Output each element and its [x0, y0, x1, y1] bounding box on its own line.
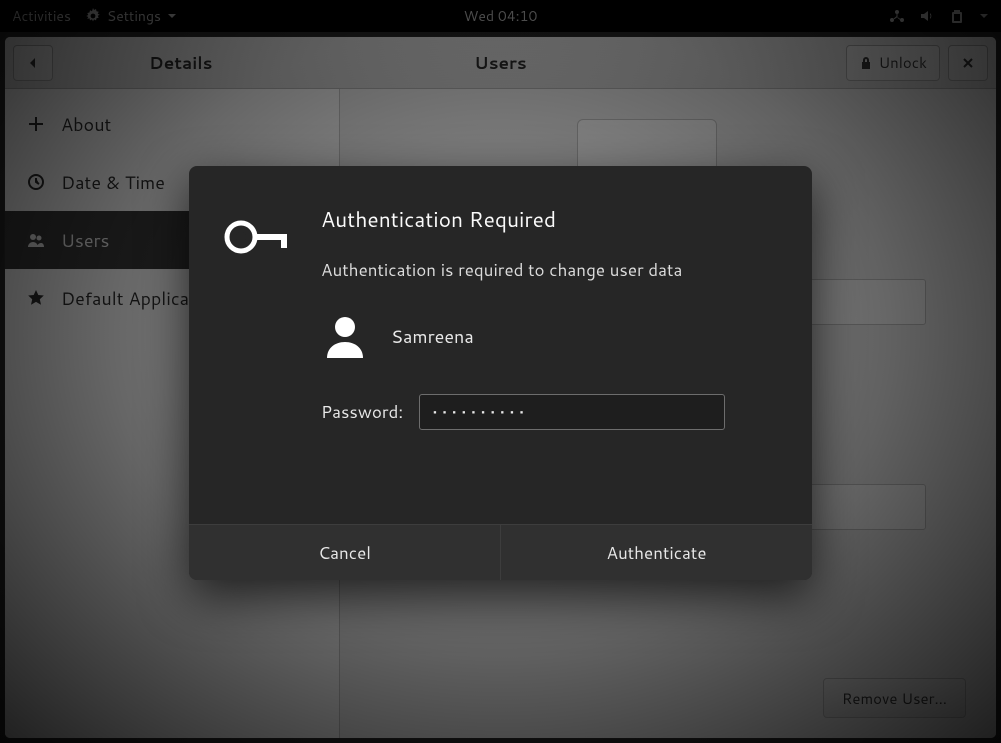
password-input[interactable]	[419, 394, 725, 430]
dialog-message: Authentication is required to change use…	[321, 258, 778, 282]
person-icon	[321, 312, 369, 360]
dialog-user-name: Samreena	[391, 323, 474, 349]
cancel-button-label: Cancel	[318, 541, 371, 565]
authenticate-button[interactable]: Authenticate	[501, 525, 812, 580]
cancel-button[interactable]: Cancel	[189, 525, 501, 580]
password-label: Password:	[321, 400, 403, 424]
authentication-dialog: Authentication Required Authentication i…	[189, 166, 812, 580]
authenticate-button-label: Authenticate	[606, 541, 706, 565]
dialog-title: Authentication Required	[321, 204, 778, 234]
key-icon	[223, 214, 295, 260]
dialog-user-row: Samreena	[321, 312, 778, 360]
dialog-auth-icon	[223, 204, 295, 504]
dialog-action-bar: Cancel Authenticate	[189, 524, 812, 580]
